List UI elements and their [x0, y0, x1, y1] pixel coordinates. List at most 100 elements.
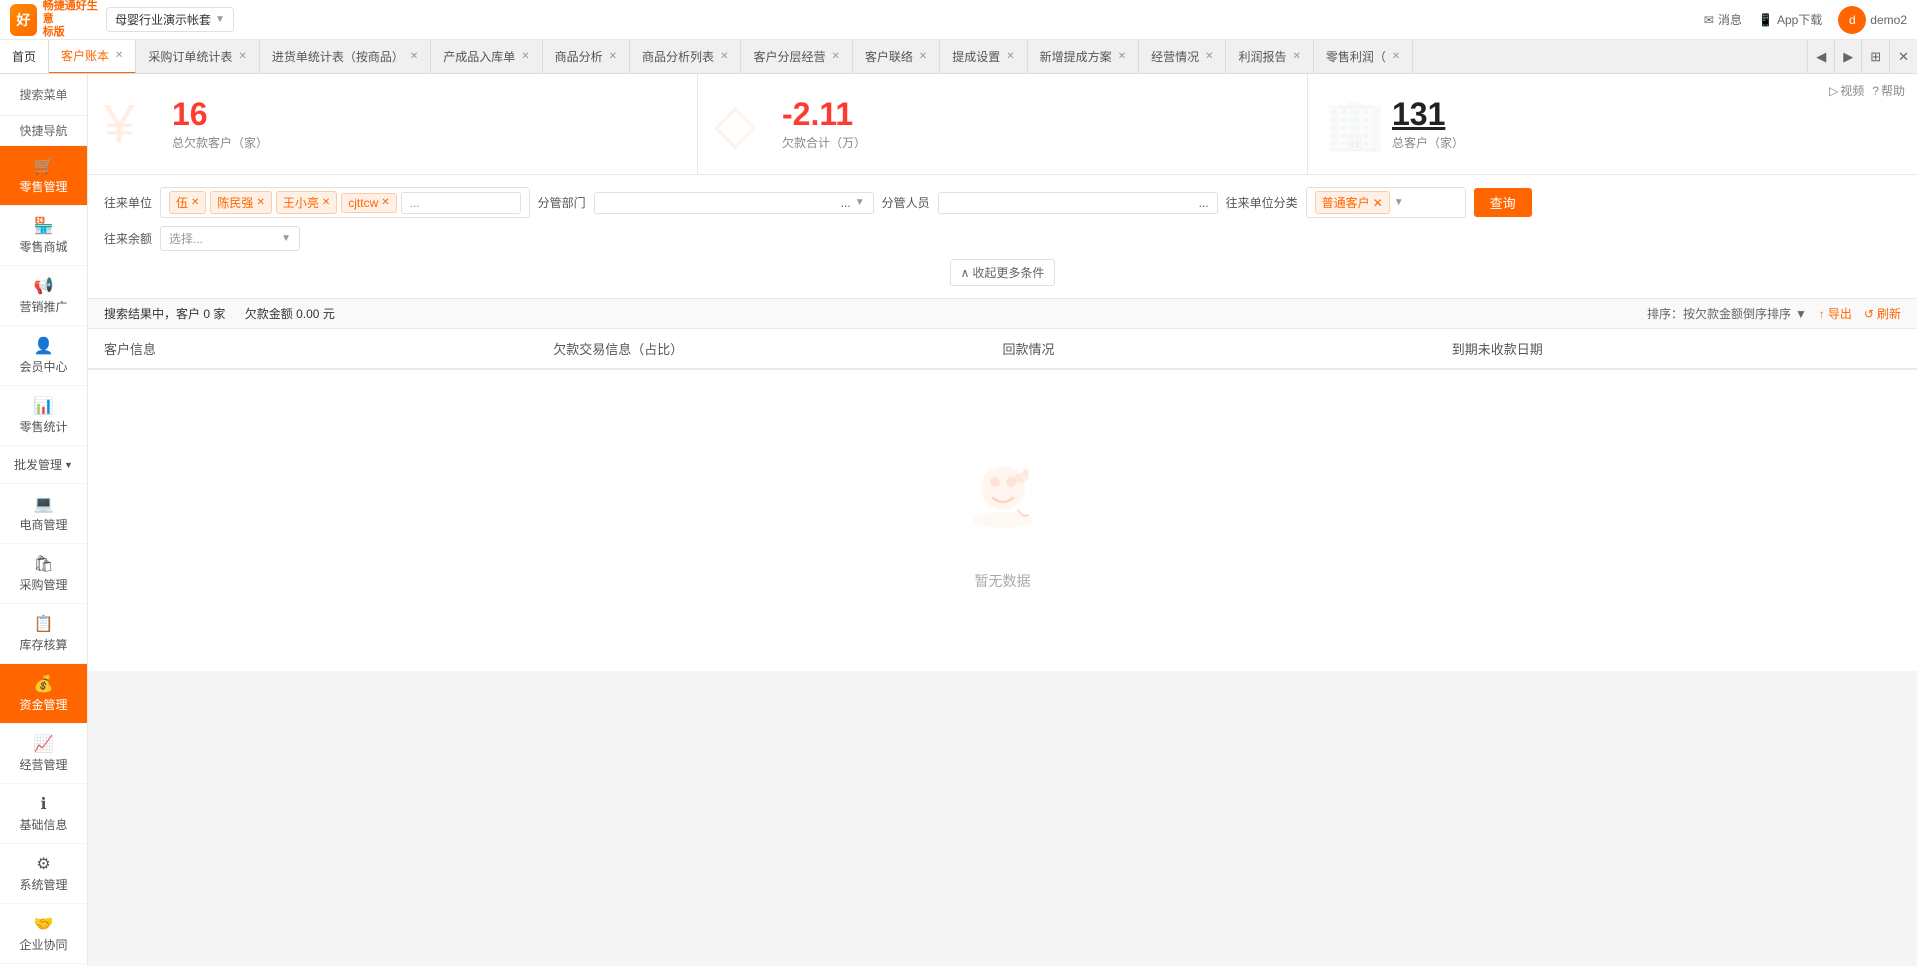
store-selector[interactable]: 母婴行业演示帐套 ▼: [106, 7, 234, 32]
unit-category-chevron-icon: ▼: [1394, 197, 1404, 208]
more-tags-btn[interactable]: ...: [401, 192, 521, 214]
sidebar-item-member-center[interactable]: 👤 会员中心: [0, 326, 87, 386]
tab-inbound-close[interactable]: ✕: [410, 51, 418, 62]
wholesale-chevron-icon: ▼: [64, 460, 73, 470]
unit-filter-input[interactable]: 伍 ✕ 陈民强 ✕ 王小亮 ✕ cjttcw ✕ ...: [160, 187, 530, 218]
tab-operations[interactable]: 经营情况 ✕: [1139, 40, 1226, 74]
sidebar-item-enterprise-collab[interactable]: 🤝 企业协同: [0, 904, 87, 964]
result-info: 搜索结果中，客户 0 家 欠款金额 0.00 元: [104, 305, 335, 322]
tab-home[interactable]: 首页: [0, 40, 49, 74]
sort-btn[interactable]: 排序：按欠款金额倒序排序 ▼: [1647, 305, 1807, 322]
collapse-btn[interactable]: ∧ 收起更多条件: [950, 259, 1056, 286]
tab-retail-profit-close[interactable]: ✕: [1392, 51, 1400, 62]
tab-product-close[interactable]: ✕: [521, 51, 529, 62]
table-header: 客户信息 欠款交易信息（占比） 回款情况 到期未收款日期: [88, 329, 1917, 370]
tab-product-analysis-close[interactable]: ✕: [609, 51, 617, 62]
tab-customer-contact[interactable]: 客户联络 ✕: [853, 40, 940, 74]
tab-product-list-close[interactable]: ✕: [720, 51, 728, 62]
sidebar: 搜索菜单 快捷导航 🛒 零售管理 🏪 零售商城 📢 营销推广 👤 会员中心 📊 …: [0, 74, 88, 966]
logo-text-2: 标版: [43, 26, 98, 39]
tab-customer-tier[interactable]: 客户分层经营 ✕: [741, 40, 852, 74]
stats-row: ¥ 16 总欠款客户（家） ◇ -2.11 欠款合计（万） 🏢: [88, 74, 1917, 175]
dept-filter-select[interactable]: ... ▼: [594, 192, 874, 214]
sidebar-item-retail-mgmt[interactable]: 🛒 零售管理: [0, 146, 87, 206]
sidebar-item-retail-mall-label: 零售商城: [19, 238, 67, 255]
sidebar-item-inventory-check[interactable]: 📋 库存核算: [0, 604, 87, 664]
filter-tag-wu-close[interactable]: ✕: [191, 197, 199, 208]
export-btn[interactable]: ↑ 导出: [1819, 305, 1852, 322]
avatar: d: [1838, 6, 1866, 34]
user-avatar-btn[interactable]: d demo2: [1838, 6, 1907, 34]
video-help-btn[interactable]: ▷ 视频: [1829, 82, 1864, 99]
tab-inbound-stats-label: 进货单统计表（按商品）: [272, 48, 404, 65]
app-download-label: App下载: [1777, 11, 1822, 28]
tab-purchase-order-stats[interactable]: 采购订单统计表 ✕: [136, 40, 259, 74]
filter-area: 往来单位 伍 ✕ 陈民强 ✕ 王小亮 ✕ cjttcw ✕ ... 分管部门 .…: [88, 175, 1917, 299]
sidebar-item-wholesale-mgmt[interactable]: 批发管理 ▼: [0, 446, 87, 484]
query-btn[interactable]: 查询: [1474, 188, 1532, 217]
sidebar-item-ecommerce-mgmt[interactable]: 💻 电商管理: [0, 484, 87, 544]
refresh-btn[interactable]: ↺ 刷新: [1864, 305, 1901, 322]
tab-new-commission[interactable]: 新增提成方案 ✕: [1028, 40, 1139, 74]
search-menu-btn[interactable]: 搜索菜单: [8, 82, 79, 107]
sidebar-item-retail-mall[interactable]: 🏪 零售商城: [0, 206, 87, 266]
sidebar-item-purchase-label: 采购管理: [19, 576, 67, 593]
tab-product-analysis-list[interactable]: 商品分析列表 ✕: [630, 40, 741, 74]
tab-purchase-close[interactable]: ✕: [238, 51, 246, 62]
tab-profit-report-label: 利润报告: [1238, 48, 1286, 65]
tab-inbound-stats[interactable]: 进货单统计表（按商品） ✕: [260, 40, 431, 74]
message-btn[interactable]: ✉ 消息: [1704, 11, 1742, 28]
filter-tag-wang-close[interactable]: ✕: [322, 197, 330, 208]
tab-customer-account-close[interactable]: ✕: [115, 50, 123, 61]
col-header-repayment: 回款情况: [1003, 339, 1452, 358]
tab-retail-profit[interactable]: 零售利润（ ✕: [1314, 40, 1413, 74]
quick-nav-btn[interactable]: 快捷导航: [0, 116, 87, 146]
tab-new-commission-close[interactable]: ✕: [1118, 51, 1126, 62]
tab-customer-account-label: 客户账本: [61, 47, 109, 64]
sidebar-item-purchase-mgmt[interactable]: 🛍 采购管理: [0, 544, 87, 604]
tab-next-btn[interactable]: ▶: [1834, 40, 1861, 74]
tab-prev-btn[interactable]: ◀: [1807, 40, 1834, 74]
sidebar-item-operations-mgmt[interactable]: 📈 经营管理: [0, 724, 87, 784]
stat3-label: 总客户（家）: [1392, 134, 1464, 151]
sidebar-item-retail-stats[interactable]: 📊 零售统计: [0, 386, 87, 446]
tab-commission-settings[interactable]: 提成设置 ✕: [940, 40, 1027, 74]
tab-bar-end: ◀ ▶ ⊞ ✕: [1807, 40, 1917, 74]
tab-commission-close[interactable]: ✕: [1006, 51, 1014, 62]
filter-tag-cjttcw-close[interactable]: ✕: [381, 197, 389, 208]
stat3-bg-icon: 🏢: [1324, 99, 1386, 149]
export-label: 导出: [1828, 305, 1852, 322]
finance-icon: 💰: [34, 674, 54, 694]
unit-category-close[interactable]: ✕: [1373, 196, 1383, 210]
tab-operations-close[interactable]: ✕: [1205, 51, 1213, 62]
unit-category-select[interactable]: 普通客户 ✕ ▼: [1306, 187, 1466, 218]
tab-customer-contact-label: 客户联络: [865, 48, 913, 65]
tab-customer-tier-close[interactable]: ✕: [831, 51, 839, 62]
tab-profit-report-close[interactable]: ✕: [1293, 51, 1301, 62]
tab-close-all-btn[interactable]: ✕: [1889, 40, 1917, 74]
person-filter-select[interactable]: ...: [938, 192, 1218, 214]
balance-filter-select[interactable]: 选择... ▼: [160, 226, 300, 251]
tab-product-inbound[interactable]: 产成品入库单 ✕: [431, 40, 542, 74]
balance-filter-label: 往来余额: [104, 230, 152, 247]
basic-info-icon: ℹ: [40, 794, 46, 814]
filter-tag-cjttcw: cjttcw ✕: [341, 193, 396, 213]
sidebar-item-system-mgmt[interactable]: ⚙ 系统管理: [0, 844, 87, 904]
sidebar-item-system-label: 系统管理: [19, 876, 67, 893]
collapse-btn-container: ∧ 收起更多条件: [104, 259, 1901, 286]
sidebar-item-marketing[interactable]: 📢 营销推广: [0, 266, 87, 326]
empty-state-icon: [958, 450, 1048, 559]
tab-product-analysis[interactable]: 商品分析 ✕: [543, 40, 630, 74]
tab-expand-btn[interactable]: ⊞: [1861, 40, 1889, 74]
store-chevron-icon: ▼: [215, 14, 225, 25]
sidebar-item-basic-info[interactable]: ℹ 基础信息: [0, 784, 87, 844]
filter-tag-chen-close[interactable]: ✕: [256, 197, 264, 208]
app-download-btn[interactable]: 📱 App下载: [1758, 11, 1822, 28]
help-btn[interactable]: ? 帮助: [1872, 82, 1905, 99]
stat3-value: 131: [1392, 98, 1464, 130]
tab-customer-contact-close[interactable]: ✕: [919, 51, 927, 62]
stat1-label: 总欠款客户（家）: [172, 134, 268, 151]
sidebar-item-finance-mgmt[interactable]: 💰 资金管理: [0, 664, 87, 724]
tab-customer-account[interactable]: 客户账本 ✕: [49, 40, 136, 74]
tab-profit-report[interactable]: 利润报告 ✕: [1226, 40, 1313, 74]
